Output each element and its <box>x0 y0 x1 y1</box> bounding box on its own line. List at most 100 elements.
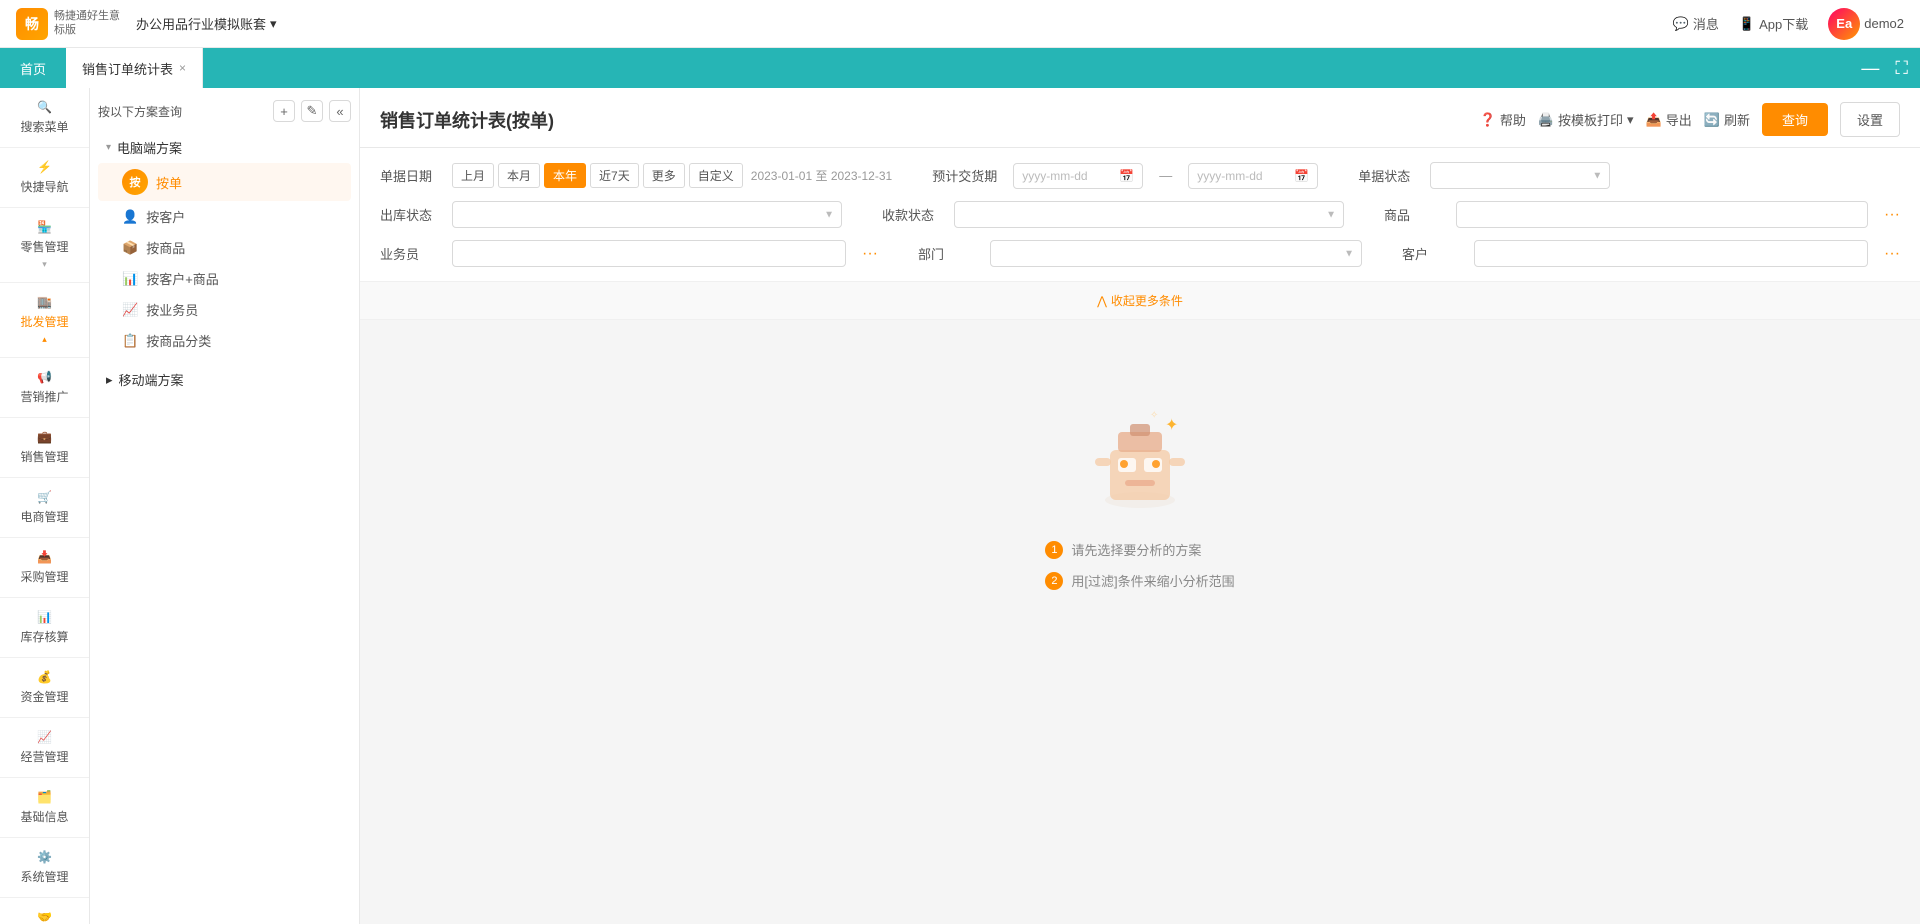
delivery-select[interactable] <box>452 201 842 228</box>
sidebar-item-base[interactable]: 🗂️ 基础信息 <box>0 778 89 838</box>
sidebar-item-search[interactable]: 🔍 搜索菜单 <box>0 88 89 148</box>
collapse-bar[interactable]: ⋀ 收起更多条件 <box>360 282 1920 320</box>
ecommerce-icon: 🛒 <box>37 490 52 504</box>
marketing-icon: 📢 <box>37 370 52 384</box>
date-range-display: 2023-01-01 至 2023-12-31 <box>751 167 892 184</box>
goods-input[interactable] <box>1456 201 1868 228</box>
date-btn-custom[interactable]: 自定义 <box>689 163 743 188</box>
customer-input[interactable] <box>1474 240 1868 267</box>
message-action[interactable]: 💬 消息 <box>1673 14 1719 33</box>
tab-home[interactable]: 首页 <box>0 48 66 88</box>
operations-icon: 📈 <box>37 730 52 744</box>
order-status-select-wrapper <box>1430 162 1610 189</box>
minimize-icon[interactable]: — <box>1857 58 1883 79</box>
scheme-item-by-customer-goods[interactable]: 📊 按客户+商品 <box>98 263 351 294</box>
date-btn-last-month[interactable]: 上月 <box>452 163 494 188</box>
export-button[interactable]: 📤 导出 <box>1646 110 1692 129</box>
print-button[interactable]: 🖨️ 按模板打印 <box>1538 110 1634 129</box>
collapse-label: 收起更多条件 <box>1111 292 1183 309</box>
print-icon: 🖨️ <box>1538 112 1554 128</box>
help-link[interactable]: ❓ 帮助 <box>1480 110 1526 129</box>
search-button[interactable]: 查询 <box>1762 103 1828 136</box>
date-btn-more[interactable]: 更多 <box>643 163 685 188</box>
expected-date-start[interactable]: yyyy-mm-dd 📅 <box>1013 163 1143 189</box>
desktop-group-header[interactable]: ▾ 电脑端方案 <box>98 132 351 163</box>
scheme-panel: 按以下方案查询 + ✎ « ▾ 电脑端方案 <box>90 88 360 924</box>
payment-label: 收款状态 <box>882 205 938 224</box>
date-btn-this-month[interactable]: 本月 <box>498 163 540 188</box>
refresh-button[interactable]: 🔄 刷新 <box>1704 110 1750 129</box>
date-shortcuts: 上月 本月 本年 近7天 更多 自定义 <box>452 163 743 188</box>
chevron-down-icon <box>1627 112 1634 128</box>
sidebar-item-ecommerce[interactable]: 🛒 电商管理 <box>0 478 89 538</box>
account-dropdown[interactable]: 办公用品行业模拟账套 <box>136 14 277 33</box>
salesperson-input[interactable] <box>452 240 846 267</box>
desktop-scheme-group: ▾ 电脑端方案 按 按单 👤 按客户 📦 按商品 📊 按客户+商品 <box>98 132 351 356</box>
date-btn-this-year[interactable]: 本年 <box>544 163 586 188</box>
delivery-label: 出库状态 <box>380 205 436 224</box>
edit-scheme-button[interactable]: ✎ <box>301 100 323 122</box>
date-btn-last7days[interactable]: 近7天 <box>590 163 639 188</box>
sidebar-item-inventory[interactable]: 📊 库存核算 <box>0 598 89 658</box>
scheme-item-by-goods[interactable]: 📦 按商品 <box>98 232 351 263</box>
sidebar-item-marketing[interactable]: 📢 营销推广 <box>0 358 89 418</box>
empty-tip-2: 2 用[过滤]条件来缩小分析范围 <box>1045 571 1234 590</box>
expand-arrow-icon: ▾ <box>106 142 111 153</box>
maximize-icon[interactable]: ⛶ <box>1891 58 1912 79</box>
scheme-item-by-category[interactable]: 📋 按商品分类 <box>98 325 351 356</box>
salesperson-icon: 📈 <box>122 302 138 318</box>
order-status-select[interactable] <box>1430 162 1610 189</box>
payment-select[interactable] <box>954 201 1344 228</box>
empty-state: ✦ ✧ 1 请先选择要分析的方案 2 用[过滤]条件来缩小分析范围 <box>360 320 1920 670</box>
page-header: 销售订单统计表(按单) ❓ 帮助 🖨️ 按模板打印 📤 导出 <box>360 88 1920 148</box>
sidebar-item-finance[interactable]: 💰 资金管理 <box>0 658 89 718</box>
customer-more-icon[interactable]: ··· <box>1884 245 1900 263</box>
user-profile[interactable]: Ea demo2 <box>1828 8 1904 40</box>
salesperson-more-icon[interactable]: ··· <box>862 245 878 263</box>
tab-sales-order[interactable]: 销售订单统计表 × <box>66 48 203 88</box>
settings-button[interactable]: 设置 <box>1840 102 1900 137</box>
expected-date-end[interactable]: yyyy-mm-dd 📅 <box>1188 163 1318 189</box>
scheme-item-by-order[interactable]: 按 按单 <box>98 163 351 201</box>
sales-icon: 💼 <box>37 430 52 444</box>
page-title: 销售订单统计表(按单) <box>380 107 554 133</box>
system-icon: ⚙️ <box>37 850 52 864</box>
sidebar-item-wholesale[interactable]: 🏬 批发管理 ▴ <box>0 283 89 358</box>
top-bar-center: 办公用品行业模拟账套 <box>120 14 1673 33</box>
sidebar-item-system[interactable]: ⚙️ 系统管理 <box>0 838 89 898</box>
sidebar-item-operations[interactable]: 📈 经营管理 <box>0 718 89 778</box>
scheme-item-by-customer[interactable]: 👤 按客户 <box>98 201 351 232</box>
filter-area: 单据日期 上月 本月 本年 近7天 更多 自定义 2023-01-01 至 20… <box>360 148 1920 282</box>
sidebar-item-quick-nav[interactable]: ⚡ 快捷导航 <box>0 148 89 208</box>
svg-text:✧: ✧ <box>1150 410 1158 421</box>
department-select[interactable] <box>990 240 1362 267</box>
sidebar-item-sales[interactable]: 💼 销售管理 <box>0 418 89 478</box>
help-icon: ❓ <box>1480 112 1496 128</box>
content-area: 按以下方案查询 + ✎ « ▾ 电脑端方案 <box>90 88 1920 924</box>
empty-tip-1: 1 请先选择要分析的方案 <box>1045 540 1234 559</box>
collapse-panel-button[interactable]: « <box>329 100 351 122</box>
filter-row-people: 业务员 ··· 部门 客户 ··· <box>380 240 1900 267</box>
calendar-icon: 📅 <box>1119 169 1134 183</box>
order-status-label: 单据状态 <box>1358 166 1414 185</box>
mobile-group-header[interactable]: ▸ 移动端方案 <box>98 364 351 395</box>
filter-row-date: 单据日期 上月 本月 本年 近7天 更多 自定义 2023-01-01 至 20… <box>380 162 1900 189</box>
scheme-item-by-salesperson[interactable]: 📈 按业务员 <box>98 294 351 325</box>
sidebar-item-purchase[interactable]: 📥 采购管理 <box>0 538 89 598</box>
goods-filter-label: 商品 <box>1384 205 1440 224</box>
category-icon: 📋 <box>122 333 138 349</box>
top-bar-right: 💬 消息 📱 App下载 Ea demo2 <box>1673 8 1904 40</box>
close-icon[interactable]: × <box>179 61 186 75</box>
add-scheme-button[interactable]: + <box>273 100 295 122</box>
active-scheme-indicator: 按 <box>122 169 148 195</box>
search-icon: 🔍 <box>37 100 52 114</box>
goods-more-icon[interactable]: ··· <box>1884 206 1900 224</box>
sidebar: 🔍 搜索菜单 ⚡ 快捷导航 🏪 零售管理 🏬 批发管理 ▴ 📢 营销推广 💼 销… <box>0 88 90 924</box>
collapse-icon: ⋀ <box>1097 294 1107 308</box>
sidebar-item-enterprise[interactable]: 🤝 企业协同 <box>0 898 89 924</box>
scheme-panel-actions: + ✎ « <box>273 100 351 122</box>
app-download-action[interactable]: 📱 App下载 <box>1739 14 1808 33</box>
tab-bar: 首页 销售订单统计表 × — ⛶ <box>0 48 1920 88</box>
retail-icon: 🏪 <box>37 220 52 234</box>
sidebar-item-retail[interactable]: 🏪 零售管理 <box>0 208 89 283</box>
